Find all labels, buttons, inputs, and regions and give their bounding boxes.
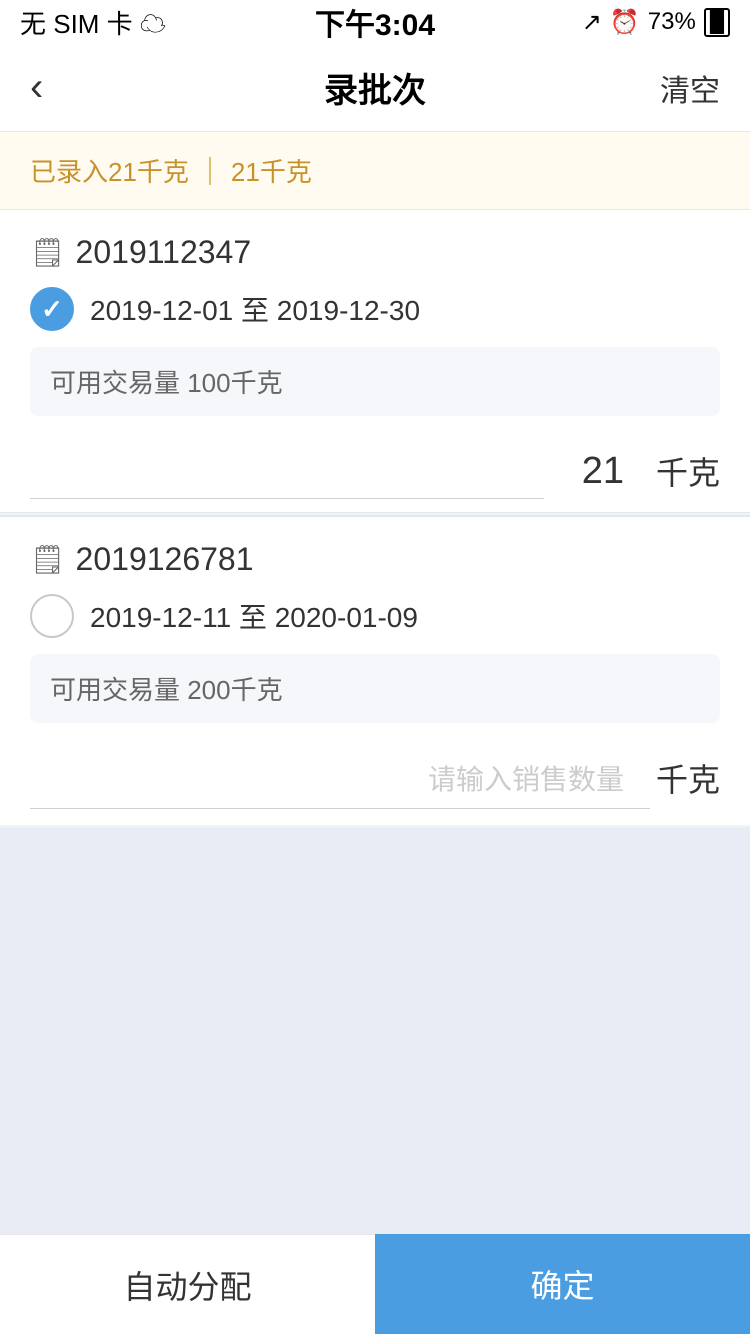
batch-2-input-placeholder: 请输入销售数量 <box>428 758 624 798</box>
batch-1-number: 2019112347 <box>76 234 252 271</box>
no-sim-text: 无 SIM 卡 ☁ <box>20 4 166 41</box>
status-left: 无 SIM 卡 ☁ <box>20 4 166 41</box>
confirm-button[interactable]: 确定 <box>375 1234 750 1334</box>
batch-2-date: 2019-12-11 至 2020-01-09 <box>90 596 418 636</box>
batch-2-header: 🗒 2019126781 <box>0 517 750 588</box>
banner-amount: 21千克 <box>231 152 312 189</box>
batch-2-input-row: 请输入销售数量 千克 <box>0 737 750 825</box>
batch-1-radio[interactable]: ✓ <box>30 287 74 331</box>
battery-icon: █ <box>704 8 730 37</box>
battery-text: 73% <box>648 8 696 36</box>
batch-1-date: 2019-12-01 至 2019-12-30 <box>90 289 420 329</box>
batch-1-availability: 可用交易量 100千克 <box>30 347 720 416</box>
recorded-amount: 已录入21千克 <box>30 152 189 189</box>
batch-1-header: 🗒 2019112347 <box>0 210 750 281</box>
batch-1-date-row[interactable]: ✓ 2019-12-01 至 2019-12-30 <box>0 281 750 341</box>
info-banner: 已录入21千克 21千克 <box>0 132 750 210</box>
status-time: 下午3:04 <box>315 0 435 44</box>
banner-divider <box>209 157 211 185</box>
batch-2-availability: 可用交易量 200千克 <box>30 654 720 723</box>
batch-1-quantity-row: 21 千克 <box>0 430 750 513</box>
back-button[interactable]: ‹ <box>30 65 90 110</box>
batch-2-radio[interactable] <box>30 594 74 638</box>
batch-2-icon: 🗒 <box>30 543 66 576</box>
batch-item-2: 🗒 2019126781 2019-12-11 至 2020-01-09 可用交… <box>0 517 750 825</box>
batch-1-unit: 千克 <box>656 448 720 494</box>
batch-1-quantity-value: 21 <box>582 450 624 493</box>
auto-distribute-button[interactable]: 自动分配 <box>0 1234 375 1334</box>
batch-item-1: 🗒 2019112347 ✓ 2019-12-01 至 2019-12-30 可… <box>0 210 750 513</box>
batch-2-unit: 千克 <box>656 755 720 801</box>
batch-2-date-row[interactable]: 2019-12-11 至 2020-01-09 <box>0 588 750 648</box>
status-bar: 无 SIM 卡 ☁ 下午3:04 ↗ ⏰ 73% █ <box>0 0 750 44</box>
check-icon: ✓ <box>41 294 63 325</box>
batch-2-number: 2019126781 <box>76 541 254 578</box>
nav-bar: ‹ 录批次 清空 <box>0 44 750 132</box>
location-icon: ↗ <box>582 8 602 37</box>
status-right: ↗ ⏰ 73% █ <box>582 8 730 37</box>
alarm-icon: ⏰ <box>610 8 640 37</box>
clear-button[interactable]: 清空 <box>660 66 720 110</box>
batch-1-icon: 🗒 <box>30 236 66 269</box>
bottom-bar: 自动分配 确定 <box>0 1234 750 1334</box>
page-title: 录批次 <box>324 63 426 112</box>
